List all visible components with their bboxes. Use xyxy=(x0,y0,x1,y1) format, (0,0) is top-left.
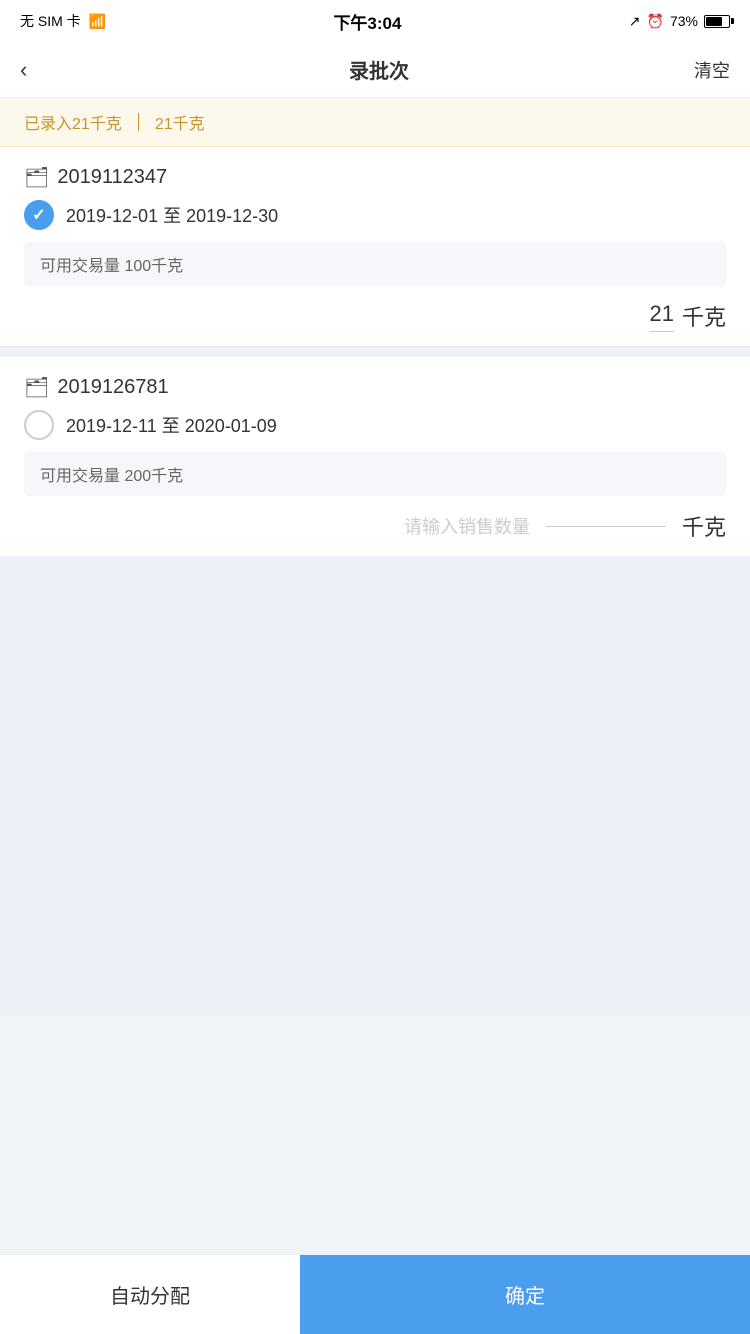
section-separator-1 xyxy=(0,347,750,357)
batch2-date-row[interactable]: 2019-12-11 至 2020-01-09 xyxy=(24,410,726,440)
summary-divider xyxy=(138,113,139,131)
batch2-id: 2019126781 xyxy=(57,376,168,399)
batch2-id-row: 🗂 2019126781 xyxy=(24,375,726,400)
status-left: 无 SIM 卡 📶 xyxy=(20,11,106,31)
location-icon: ↗ xyxy=(629,13,641,30)
wifi-icon: 📶 xyxy=(89,13,106,30)
status-time: 下午3:04 xyxy=(333,9,401,34)
page-title: 录批次 xyxy=(349,55,409,84)
status-bar: 无 SIM 卡 📶 下午3:04 ↗ ⏰ 73% xyxy=(0,0,750,42)
gray-area xyxy=(0,556,750,1016)
battery-icon xyxy=(704,15,730,28)
clear-button[interactable]: 清空 xyxy=(694,57,730,83)
batch1-quantity-value[interactable]: 21 xyxy=(650,301,674,332)
auto-assign-button[interactable]: 自动分配 xyxy=(0,1255,300,1334)
total-value: 21千克 xyxy=(155,110,205,134)
batch1-available-text: 可用交易量 100千克 xyxy=(40,258,183,275)
batch2-doc-icon: 🗂 xyxy=(24,375,49,400)
batch-card-1: 🗂 2019112347 2019-12-01 至 2019-12-30 可用交… xyxy=(0,147,750,347)
back-button[interactable]: ‹ xyxy=(20,57,64,83)
batch2-available-text: 可用交易量 200千克 xyxy=(40,468,183,485)
alarm-icon: ⏰ xyxy=(647,13,664,30)
batch2-quantity-row[interactable]: 请输入销售数量 千克 xyxy=(0,496,750,556)
confirm-button[interactable]: 确定 xyxy=(300,1255,750,1334)
batch1-quantity-row: 21 千克 xyxy=(0,286,750,347)
battery-percentage: 73% xyxy=(670,13,698,29)
batch2-unit: 千克 xyxy=(682,510,726,542)
recorded-label: 已录入21千克 xyxy=(24,110,122,134)
batch1-available-box: 可用交易量 100千克 xyxy=(24,242,726,286)
batch1-date-row[interactable]: 2019-12-01 至 2019-12-30 xyxy=(24,200,726,230)
batch2-available-box: 可用交易量 200千克 xyxy=(24,452,726,496)
nav-bar: ‹ 录批次 清空 xyxy=(0,42,750,98)
batch2-radio[interactable] xyxy=(24,410,54,440)
summary-bar: 已录入21千克 21千克 xyxy=(0,98,750,147)
status-right: ↗ ⏰ 73% xyxy=(629,13,730,30)
batch1-radio[interactable] xyxy=(24,200,54,230)
batch1-id-row: 🗂 2019112347 xyxy=(24,165,726,190)
batch2-date: 2019-12-11 至 2020-01-09 xyxy=(66,412,277,438)
batch2-placeholder: 请输入销售数量 xyxy=(404,513,530,539)
batch1-date: 2019-12-01 至 2019-12-30 xyxy=(66,202,278,228)
batch1-doc-icon: 🗂 xyxy=(24,165,49,190)
bottom-bar: 自动分配 确定 xyxy=(0,1254,750,1334)
batch-card-2: 🗂 2019126781 2019-12-11 至 2020-01-09 可用交… xyxy=(0,357,750,556)
batch1-id: 2019112347 xyxy=(57,166,167,189)
batch1-unit: 千克 xyxy=(682,300,726,332)
no-sim-label: 无 SIM 卡 xyxy=(20,11,81,31)
